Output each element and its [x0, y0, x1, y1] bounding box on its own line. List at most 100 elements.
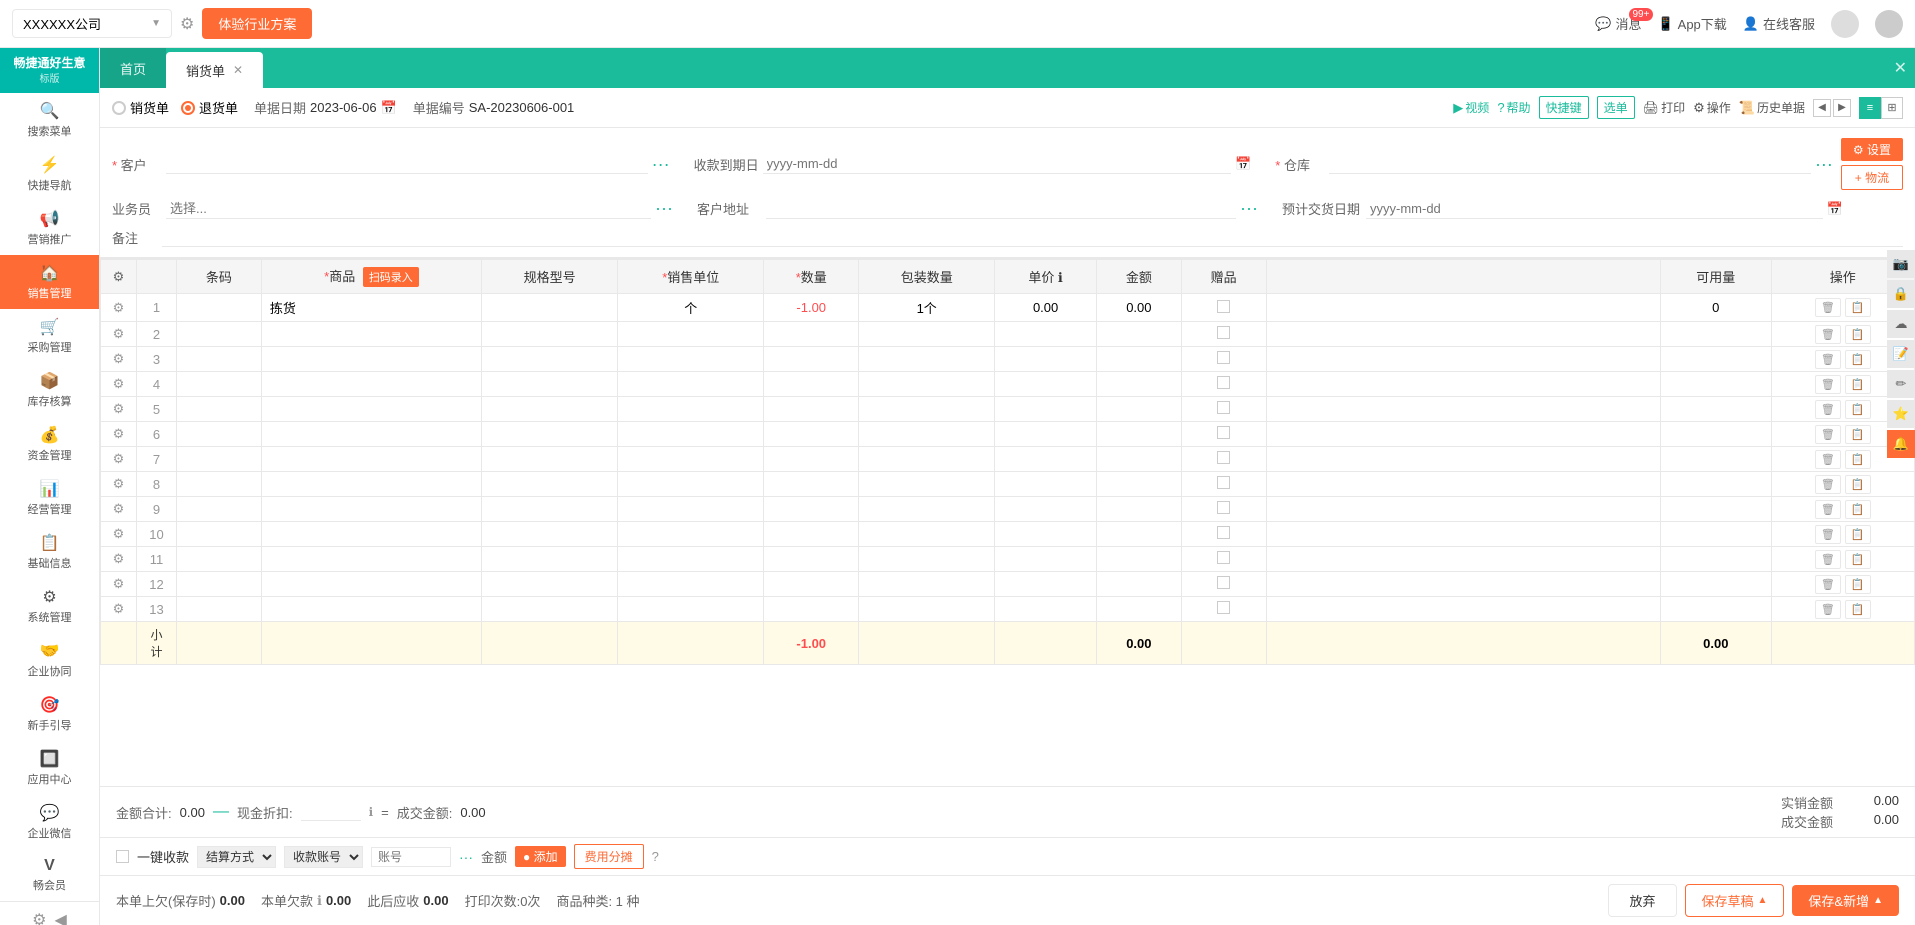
account-select[interactable]: 收款账号: [284, 846, 363, 868]
row-delete-btn[interactable]: 🗑: [1815, 400, 1841, 419]
rf-lock-btn[interactable]: 🔒: [1887, 280, 1915, 308]
row-copy-btn[interactable]: 📋: [1845, 350, 1871, 369]
sidebar-item-operations[interactable]: 📊 经营管理: [0, 471, 99, 525]
print-link[interactable]: 🖨 打印: [1643, 99, 1686, 116]
abandon-button[interactable]: 放弃: [1608, 884, 1676, 917]
row-delete-btn[interactable]: 🗑: [1815, 500, 1841, 519]
scan-button[interactable]: 扫码录入: [363, 267, 419, 287]
shortcut-link[interactable]: 快捷键: [1539, 96, 1589, 119]
sidebar-item-guide[interactable]: 🎯 新手引导: [0, 687, 99, 741]
row-copy-btn[interactable]: 📋: [1845, 500, 1871, 519]
row-delete-btn[interactable]: 🗑: [1815, 600, 1841, 619]
row1-spec[interactable]: [482, 294, 618, 322]
customer-dots[interactable]: ···: [652, 154, 670, 175]
help-total-due[interactable]: ℹ: [317, 893, 322, 909]
prev-arrow[interactable]: ◀: [1813, 99, 1831, 117]
view-list-btn[interactable]: ≡: [1859, 97, 1881, 119]
row1-barcode[interactable]: [177, 294, 262, 322]
row-copy-btn[interactable]: 📋: [1845, 450, 1871, 469]
rf-note-btn[interactable]: 📝: [1887, 340, 1915, 368]
avatar-arrow[interactable]: [1875, 10, 1903, 38]
receipt-date-input[interactable]: [763, 154, 1231, 174]
next-arrow[interactable]: ▶: [1833, 99, 1851, 117]
payment-dots[interactable]: ···: [459, 849, 473, 865]
row-delete-btn[interactable]: 🗑: [1815, 425, 1841, 444]
calc-method-select[interactable]: 结算方式: [197, 846, 276, 868]
row1-quantity[interactable]: -1.00: [764, 294, 859, 322]
rf-notification-btn[interactable]: 🔔: [1887, 430, 1915, 458]
radio-return-order[interactable]: 退货单: [181, 98, 238, 117]
row-copy-btn[interactable]: 📋: [1845, 600, 1871, 619]
row-delete-btn[interactable]: 🗑: [1815, 450, 1841, 469]
account-input[interactable]: [371, 847, 451, 867]
salesperson-input[interactable]: [166, 199, 651, 219]
row1-pkg-qty[interactable]: 1个: [859, 294, 995, 322]
row-delete-btn[interactable]: 🗑: [1815, 525, 1841, 544]
trial-button[interactable]: 体验行业方案: [202, 8, 312, 39]
online-service-button[interactable]: 👤 在线客服: [1743, 14, 1815, 33]
row-gear[interactable]: ⚙: [101, 322, 137, 347]
avatar[interactable]: [1831, 10, 1859, 38]
view-grid-btn[interactable]: ⊞: [1881, 97, 1903, 119]
row1-gift[interactable]: [1181, 294, 1266, 322]
settings-btn[interactable]: ⚙ 设置: [1841, 138, 1903, 161]
salesperson-dots[interactable]: ···: [655, 198, 673, 219]
row-gear[interactable]: ⚙: [101, 397, 137, 422]
sidebar-item-inventory[interactable]: 📦 库存核算: [0, 363, 99, 417]
delivery-cal-icon[interactable]: 📅: [1827, 201, 1843, 217]
main-close-icon[interactable]: ✕: [1894, 58, 1907, 78]
row-gear[interactable]: ⚙: [101, 547, 137, 572]
row-gear[interactable]: ⚙: [101, 347, 137, 372]
sidebar-item-purchase[interactable]: 🛒 采购管理: [0, 309, 99, 363]
row1-amount[interactable]: 0.00: [1096, 294, 1181, 322]
save-new-button[interactable]: 保存&新增 ▲: [1792, 885, 1899, 916]
address-dots[interactable]: ···: [1240, 198, 1258, 219]
expected-delivery-input[interactable]: [1366, 199, 1823, 219]
collapse-icon[interactable]: ◀: [55, 910, 67, 925]
operation-link[interactable]: ⚙ 操作: [1693, 99, 1731, 116]
fee-help-icon[interactable]: ?: [652, 849, 659, 864]
sidebar-item-search[interactable]: 🔍 搜索菜单: [0, 93, 99, 147]
row-gear[interactable]: ⚙: [101, 372, 137, 397]
sidebar-item-quick-nav[interactable]: ⚡ 快捷导航: [0, 147, 99, 201]
tab-sales-order[interactable]: 销货单 ✕: [166, 52, 263, 88]
row-gear[interactable]: ⚙: [101, 472, 137, 497]
row-delete-btn[interactable]: 🗑: [1815, 475, 1841, 494]
settings-bottom-icon[interactable]: ⚙: [32, 910, 46, 925]
select-link[interactable]: 选单: [1597, 96, 1635, 119]
history-link[interactable]: 📜 历史单据: [1739, 99, 1805, 116]
row-gear[interactable]: ⚙: [101, 572, 137, 597]
row-copy-btn[interactable]: 📋: [1845, 375, 1871, 394]
sidebar-item-wechat[interactable]: 💬 企业微信: [0, 795, 99, 849]
receipt-date-cal-icon[interactable]: 📅: [1235, 156, 1251, 172]
rf-cloud-btn[interactable]: ☁: [1887, 310, 1915, 338]
row-delete-btn[interactable]: 🗑: [1815, 575, 1841, 594]
tab-close-icon[interactable]: ✕: [233, 63, 243, 77]
company-selector[interactable]: XXXXXX公司 ▼: [12, 9, 172, 38]
warehouse-input[interactable]: 建材仓: [1329, 154, 1811, 174]
row-delete-btn[interactable]: 🗑: [1815, 550, 1841, 569]
row1-delete-btn[interactable]: 🗑: [1815, 298, 1841, 317]
rf-camera-btn[interactable]: 📷: [1887, 250, 1915, 278]
gift-checkbox-1[interactable]: [1217, 300, 1230, 313]
sidebar-item-app-center[interactable]: 🔲 应用中心: [0, 741, 99, 795]
row-copy-btn[interactable]: 📋: [1845, 550, 1871, 569]
th-gear[interactable]: ⚙: [101, 260, 137, 294]
logistics-btn[interactable]: + 物流: [1841, 165, 1903, 190]
radio-sales-order[interactable]: 销货单: [112, 98, 169, 117]
customer-address-input[interactable]: [766, 199, 1236, 219]
row-delete-btn[interactable]: 🗑: [1815, 325, 1841, 344]
row-gear[interactable]: ⚙: [101, 447, 137, 472]
row-copy-btn[interactable]: 📋: [1845, 425, 1871, 444]
row1-product[interactable]: 拣货: [261, 294, 481, 322]
cash-discount-input[interactable]: [301, 804, 361, 821]
tab-home[interactable]: 首页: [100, 48, 166, 88]
row-copy-btn[interactable]: 📋: [1845, 400, 1871, 419]
row-gear[interactable]: ⚙: [101, 497, 137, 522]
sidebar-item-system[interactable]: ⚙ 系统管理: [0, 579, 99, 633]
sidebar-item-sales[interactable]: 🏠 销售管理: [0, 255, 99, 309]
help-link[interactable]: ? 帮助: [1497, 99, 1530, 116]
fee-split-button[interactable]: 费用分摊: [574, 844, 644, 869]
help-icon[interactable]: ℹ: [369, 805, 374, 819]
messages-button[interactable]: 💬 消息 99+: [1595, 14, 1641, 33]
